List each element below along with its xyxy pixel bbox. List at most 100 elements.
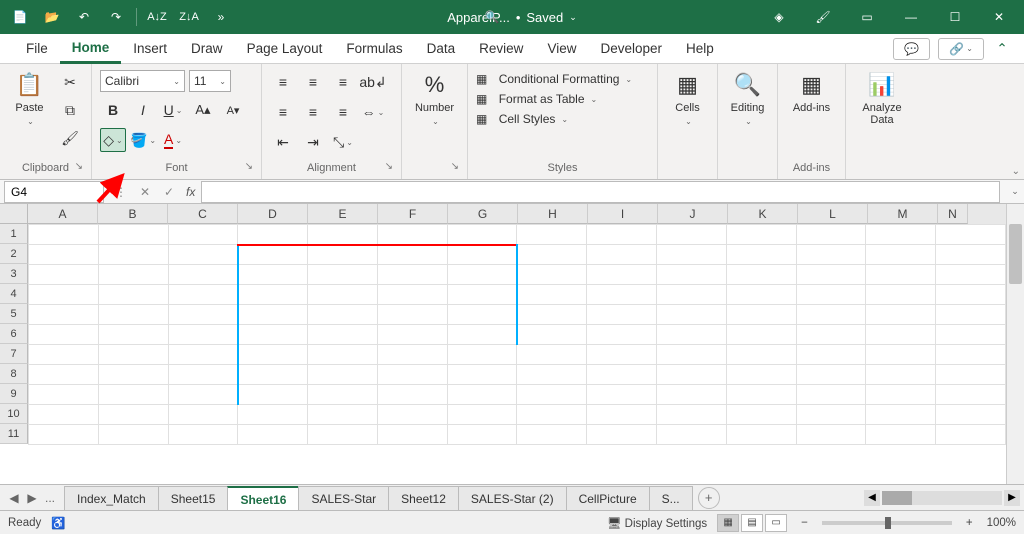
formula-input[interactable] xyxy=(201,181,1000,203)
tab-view[interactable]: View xyxy=(535,34,588,64)
row-header[interactable]: 1 xyxy=(0,224,28,244)
conditional-formatting-button[interactable]: ▦ Conditional Formatting⌄ xyxy=(476,72,632,86)
minimize-icon[interactable]: — xyxy=(890,3,932,31)
cells[interactable] xyxy=(28,224,1006,484)
decrease-indent-icon[interactable]: ⇤ xyxy=(270,130,296,154)
scroll-track[interactable] xyxy=(882,491,1002,505)
col-header[interactable]: H xyxy=(518,204,588,224)
sheet-tab-active[interactable]: Sheet16 xyxy=(227,486,299,510)
sheet-tab[interactable]: Index_Match xyxy=(64,486,159,510)
maximize-icon[interactable]: ☐ xyxy=(934,3,976,31)
undo-icon[interactable]: ↶ xyxy=(70,3,98,31)
tab-review[interactable]: Review xyxy=(467,34,535,64)
scrollbar-thumb[interactable] xyxy=(1009,224,1022,284)
add-sheet-button[interactable]: + xyxy=(698,487,720,509)
align-right-icon[interactable]: ≡ xyxy=(330,100,356,124)
new-file-icon[interactable]: 📄 xyxy=(6,3,34,31)
vertical-scrollbar[interactable] xyxy=(1006,204,1024,484)
font-size-combo[interactable]: 11⌄ xyxy=(189,70,231,92)
font-color-button[interactable]: A⌄ xyxy=(160,128,186,152)
col-header[interactable]: N xyxy=(938,204,968,224)
worksheet-grid[interactable]: A B C D E F G H I J K L M N 1 2 3 4 5 6 … xyxy=(0,204,1024,484)
font-name-combo[interactable]: Calibri⌄ xyxy=(100,70,185,92)
align-center-icon[interactable]: ≡ xyxy=(300,100,326,124)
addins-button[interactable]: ▦Add-ins xyxy=(790,70,834,114)
accessibility-icon[interactable]: ♿ xyxy=(51,516,65,530)
qat-more-icon[interactable]: » xyxy=(207,3,235,31)
tab-pagelayout[interactable]: Page Layout xyxy=(235,34,335,64)
name-box[interactable]: G4 xyxy=(4,181,104,203)
col-header[interactable]: M xyxy=(868,204,938,224)
tab-home[interactable]: Home xyxy=(60,34,122,64)
launcher-icon[interactable]: ↘ xyxy=(451,158,459,176)
merge-center-icon[interactable]: ⇔⌄ xyxy=(360,100,386,124)
sort-desc-icon[interactable]: Z↓A xyxy=(175,3,203,31)
col-header[interactable]: J xyxy=(658,204,728,224)
sheet-tab[interactable]: S... xyxy=(649,486,693,510)
col-header[interactable]: E xyxy=(308,204,378,224)
sheet-tab[interactable]: CellPicture xyxy=(566,486,650,510)
align-left-icon[interactable]: ≡ xyxy=(270,100,296,124)
close-icon[interactable]: ✕ xyxy=(978,3,1020,31)
launcher-icon[interactable]: ↘ xyxy=(245,158,253,176)
sheet-tab[interactable]: Sheet12 xyxy=(388,486,459,510)
ribbon-display-icon[interactable]: ▭ xyxy=(846,3,888,31)
zoom-level[interactable]: 100% xyxy=(987,517,1016,529)
paste-button[interactable]: 📋 Paste ⌄ xyxy=(8,70,51,128)
share-button[interactable]: 🔗 ⌄ xyxy=(938,38,984,60)
col-header[interactable]: B xyxy=(98,204,168,224)
select-all-button[interactable] xyxy=(0,204,28,224)
col-header[interactable]: D xyxy=(238,204,308,224)
tab-help[interactable]: Help xyxy=(674,34,726,64)
number-format-button[interactable]: % Number ⌄ xyxy=(413,70,457,128)
page-layout-view-icon[interactable]: ▤ xyxy=(741,514,763,532)
format-as-table-button[interactable]: ▦ Format as Table⌄ xyxy=(476,92,632,106)
search-icon[interactable]: 🔍 xyxy=(480,5,504,29)
row-header[interactable]: 10 xyxy=(0,404,28,424)
zoom-slider[interactable] xyxy=(822,521,952,525)
col-header[interactable]: I xyxy=(588,204,658,224)
scrollbar-thumb[interactable] xyxy=(882,491,912,505)
borders-button[interactable]: ◇⌄ xyxy=(100,128,126,152)
col-header[interactable]: L xyxy=(798,204,868,224)
sheet-nav-prev-icon[interactable]: ◀ xyxy=(6,491,22,505)
fill-color-button[interactable]: 🪣⌄ xyxy=(130,128,156,152)
tab-file[interactable]: File xyxy=(14,34,60,64)
tab-data[interactable]: Data xyxy=(415,34,468,64)
comments-button[interactable]: 💬 xyxy=(893,38,930,60)
launcher-icon[interactable]: ↘ xyxy=(75,158,83,176)
bold-button[interactable]: B xyxy=(100,98,126,122)
col-header[interactable]: G xyxy=(448,204,518,224)
underline-button[interactable]: U⌄ xyxy=(160,98,186,122)
col-header[interactable]: K xyxy=(728,204,798,224)
row-header[interactable]: 8 xyxy=(0,364,28,384)
cut-icon[interactable]: ✂ xyxy=(57,70,83,94)
collapse-ribbon-icon[interactable]: ⌃ xyxy=(992,41,1012,57)
wrap-text-icon[interactable]: ab↲ xyxy=(360,70,386,94)
tab-formulas[interactable]: Formulas xyxy=(334,34,414,64)
row-header[interactable]: 11 xyxy=(0,424,28,444)
scroll-right-icon[interactable]: ▶ xyxy=(1004,490,1020,506)
scroll-left-icon[interactable]: ◀ xyxy=(864,490,880,506)
row-header[interactable]: 5 xyxy=(0,304,28,324)
cancel-formula-icon[interactable]: ✕ xyxy=(134,185,156,199)
tab-draw[interactable]: Draw xyxy=(179,34,235,64)
diamond-icon[interactable]: ◈ xyxy=(758,3,800,31)
analyze-data-button[interactable]: 📊Analyze Data xyxy=(860,70,904,126)
row-header[interactable]: 3 xyxy=(0,264,28,284)
row-header[interactable]: 6 xyxy=(0,324,28,344)
align-middle-icon[interactable]: ≡ xyxy=(300,70,326,94)
open-file-icon[interactable]: 📂 xyxy=(38,3,66,31)
cell-styles-button[interactable]: ▦ Cell Styles⌄ xyxy=(476,112,632,126)
zoom-handle[interactable] xyxy=(885,517,891,529)
brush-icon[interactable]: 🖌 xyxy=(802,3,844,31)
zoom-in-button[interactable]: + xyxy=(962,517,977,529)
increase-indent-icon[interactable]: ⇥ xyxy=(300,130,326,154)
collapse-ribbon-chevron-icon[interactable]: ⌄ xyxy=(1012,166,1020,177)
row-header[interactable]: 2 xyxy=(0,244,28,264)
copy-icon[interactable]: ⧉ xyxy=(57,98,83,122)
align-top-icon[interactable]: ≡ xyxy=(270,70,296,94)
row-header[interactable]: 9 xyxy=(0,384,28,404)
tab-developer[interactable]: Developer xyxy=(588,34,674,64)
editing-button[interactable]: 🔍Editing⌄ xyxy=(726,70,769,128)
